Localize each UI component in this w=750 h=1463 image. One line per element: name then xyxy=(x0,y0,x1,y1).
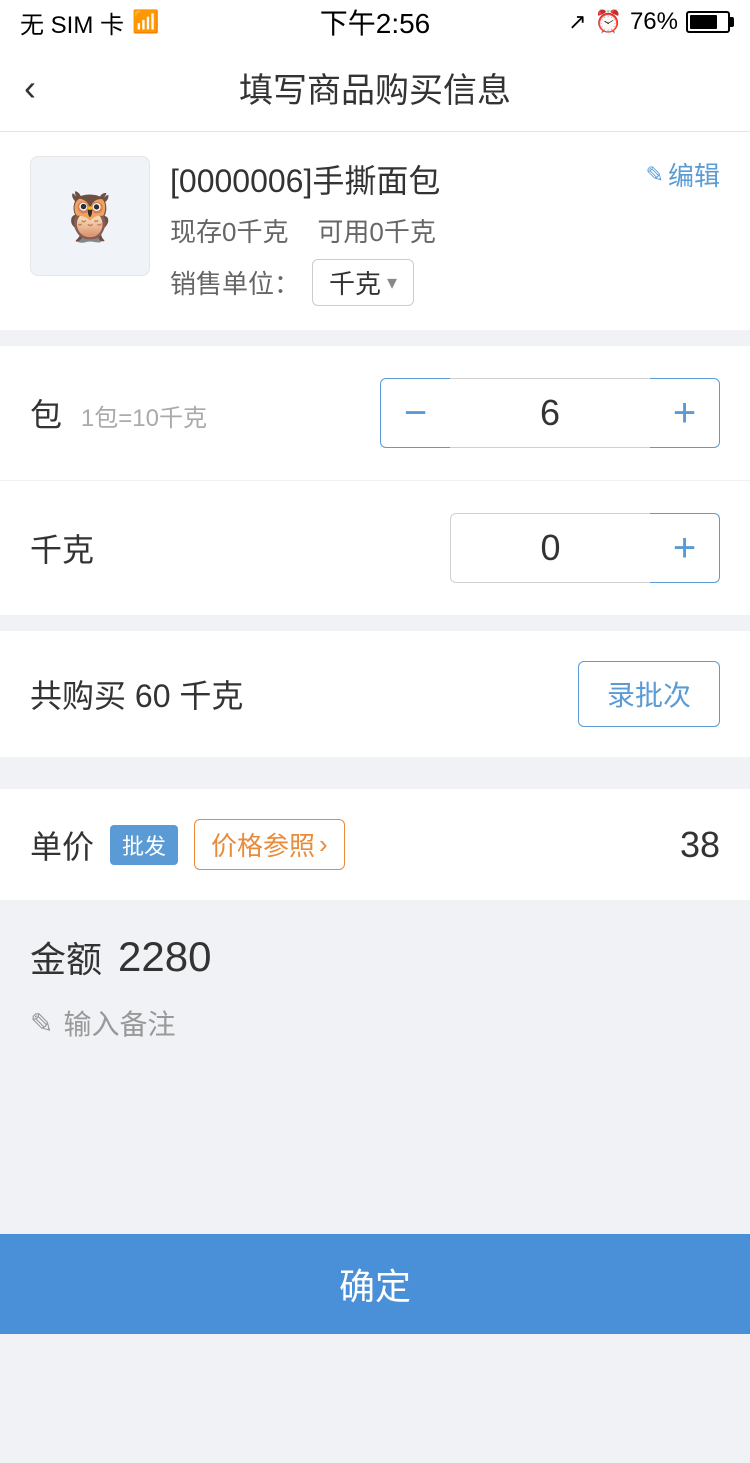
status-left: 无 SIM 卡 📶 xyxy=(20,5,159,40)
price-value: 38 xyxy=(680,824,720,866)
price-ref-label: 价格参照 xyxy=(211,826,315,863)
kg-row: 千克 + xyxy=(0,481,750,615)
amount-section: 金额 2280 ✎ 输入备注 xyxy=(0,901,750,1063)
kg-increment-button[interactable]: + xyxy=(650,513,720,583)
bao-decrement-button[interactable]: − xyxy=(380,378,450,448)
kg-input[interactable] xyxy=(450,513,650,583)
amount-value: 2280 xyxy=(118,933,211,981)
price-section: 单价 批发 价格参照 › 38 xyxy=(0,789,750,901)
kg-label: 千克 xyxy=(30,525,450,571)
kg-controls: + xyxy=(450,513,720,583)
price-type-tag: 批发 xyxy=(110,825,178,865)
remark-placeholder: 输入备注 xyxy=(63,1003,175,1043)
price-label: 单价 xyxy=(30,822,94,868)
pencil-icon: ✎ xyxy=(30,1007,53,1040)
wifi-icon: 📶 xyxy=(132,9,159,35)
product-info-section: 🦉 [0000006]手撕面包 ✎ 编辑 现存0千克 可用0千克 销售单位： 千… xyxy=(0,132,750,330)
battery-icon xyxy=(686,11,730,33)
bao-row: 包 1包=10千克 − + xyxy=(0,346,750,481)
status-time: 下午2:56 xyxy=(320,2,431,42)
status-right: ↗ ⏰ 76% xyxy=(568,8,730,36)
product-unit-row: 销售单位： 千克 ▾ xyxy=(170,259,720,306)
nav-bar: ‹ 填写商品购买信息 xyxy=(0,44,750,132)
back-button[interactable]: ‹ xyxy=(24,67,36,109)
bao-increment-button[interactable]: + xyxy=(650,378,720,448)
edit-icon: ✎ xyxy=(646,162,664,188)
price-ref-button[interactable]: 价格参照 › xyxy=(194,819,345,870)
carrier-label: 无 SIM 卡 xyxy=(20,5,124,40)
price-row: 单价 批发 价格参照 › 38 xyxy=(30,819,720,870)
product-name: [0000006]手撕面包 xyxy=(170,156,440,202)
unit-value: 千克 xyxy=(329,264,381,301)
edit-button[interactable]: ✎ 编辑 xyxy=(646,156,720,193)
unit-select[interactable]: 千克 ▾ xyxy=(312,259,414,306)
price-ref-chevron-icon: › xyxy=(319,829,328,860)
location-icon: ↗ xyxy=(568,9,586,35)
unit-chevron-icon: ▾ xyxy=(387,270,397,295)
bottom-spacer xyxy=(0,1363,750,1463)
quantity-section: 包 1包=10千克 − + 千克 + xyxy=(0,346,750,615)
nav-title: 填写商品购买信息 xyxy=(239,63,511,112)
confirm-button[interactable]: 确定 xyxy=(339,1258,411,1310)
amount-row: 金额 2280 xyxy=(30,931,720,983)
alarm-icon: ⏰ xyxy=(595,9,622,35)
bao-controls: − + xyxy=(380,378,720,448)
product-logo: 🦉 xyxy=(60,188,120,245)
edit-label: 编辑 xyxy=(668,156,720,193)
summary-text: 共购买 60 千克 xyxy=(30,671,243,717)
separator xyxy=(0,773,750,789)
product-thumbnail: 🦉 xyxy=(30,156,150,276)
status-bar: 无 SIM 卡 📶 下午2:56 ↗ ⏰ 76% xyxy=(0,0,750,44)
unit-label: 销售单位： xyxy=(170,264,300,301)
product-details: [0000006]手撕面包 ✎ 编辑 现存0千克 可用0千克 销售单位： 千克 … xyxy=(170,156,720,306)
battery-percent: 76% xyxy=(630,8,678,36)
bao-label: 包 1包=10千克 xyxy=(30,390,380,436)
remark-row[interactable]: ✎ 输入备注 xyxy=(30,1003,720,1043)
stock-label: 现存0千克 xyxy=(170,217,288,247)
batch-button[interactable]: 录批次 xyxy=(578,661,720,727)
confirm-bar[interactable]: 确定 xyxy=(0,1234,750,1334)
amount-label: 金额 xyxy=(30,931,102,983)
bao-input[interactable] xyxy=(450,378,650,448)
product-stock: 现存0千克 可用0千克 xyxy=(170,212,720,249)
bao-hint: 1包=10千克 xyxy=(81,405,207,432)
summary-section: 共购买 60 千克 录批次 xyxy=(0,631,750,757)
available-label: 可用0千克 xyxy=(317,217,435,247)
